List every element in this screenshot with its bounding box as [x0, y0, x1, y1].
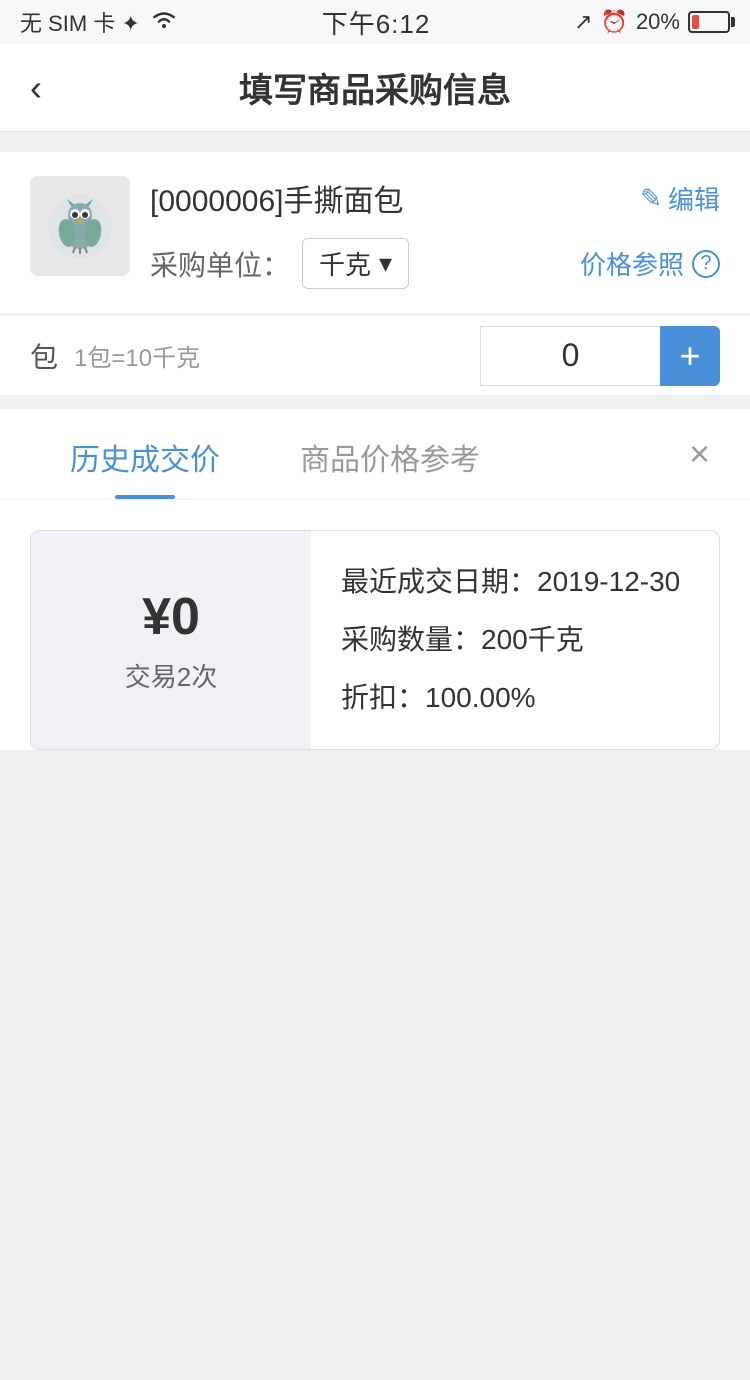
product-title: 手撕面包 — [283, 185, 403, 218]
status-time: 下午6:12 — [322, 4, 431, 41]
product-info: [0000006]手撕面包 ✎ 编辑 采购单位： 千克 ▾ 价格参照 ? — [150, 176, 720, 289]
latest-date-value: 2019-12-30 — [537, 566, 680, 597]
latest-date-label: 最近成交日期： — [341, 566, 537, 597]
quantity-row: 包 1包=10千克 + — [0, 315, 750, 395]
page-title: 填写商品采购信息 — [239, 63, 511, 112]
transaction-card: ¥0 交易2次 最近成交日期：2019-12-30 采购数量：200千克 折扣：… — [30, 530, 720, 750]
product-image — [30, 176, 130, 276]
product-name: [0000006]手撕面包 — [150, 176, 403, 220]
transaction-right: 最近成交日期：2019-12-30 采购数量：200千克 折扣：100.00% — [311, 531, 719, 749]
edit-icon: ✎ — [640, 183, 662, 214]
info-icon: ? — [692, 250, 720, 278]
price-reference-button[interactable]: 价格参照 ? — [580, 245, 720, 282]
location-icon: ↗ — [574, 9, 592, 35]
quantity-controls: + — [480, 326, 720, 386]
edit-button[interactable]: ✎ 编辑 — [640, 180, 720, 217]
unit-value: 千克 — [319, 245, 371, 282]
purchase-qty-line: 采购数量：200千克 — [341, 619, 689, 661]
header: ‹ 填写商品采购信息 — [0, 44, 750, 132]
status-left: 无 SIM 卡 ✦ — [20, 6, 178, 38]
price-ref-label: 价格参照 — [580, 245, 684, 282]
main-content — [0, 780, 750, 1380]
purchase-qty-value: 200千克 — [481, 624, 584, 655]
back-button[interactable]: ‹ — [30, 67, 62, 109]
alarm-icon: ⏰ — [601, 9, 628, 35]
battery-icon — [688, 11, 730, 33]
sim-status: 无 SIM 卡 ✦ — [20, 6, 140, 38]
discount-value: 100.00% — [425, 682, 536, 713]
tabs-section: 历史成交价 商品价格参考 × ¥0 交易2次 最近成交日期：2019-12-30… — [0, 409, 750, 750]
tabs-header: 历史成交价 商品价格参考 × — [0, 409, 750, 500]
discount-line: 折扣：100.00% — [341, 677, 689, 719]
product-id: [0000006] — [150, 185, 283, 218]
battery-percent: 20% — [636, 9, 680, 35]
latest-date-line: 最近成交日期：2019-12-30 — [341, 561, 689, 603]
price-amount: ¥0 — [142, 587, 200, 647]
price-value: 0 — [171, 588, 200, 646]
close-button[interactable]: × — [679, 413, 720, 495]
unit-label: 包 — [30, 336, 58, 376]
trade-count: 交易2次 — [125, 657, 217, 694]
product-logo — [45, 191, 115, 261]
purchase-unit-label: 采购单位： — [150, 244, 290, 284]
dropdown-arrow-icon: ▾ — [379, 248, 392, 279]
discount-label: 折扣： — [341, 682, 425, 713]
product-name-row: [0000006]手撕面包 ✎ 编辑 — [150, 176, 720, 220]
tab-price-reference[interactable]: 商品价格参考 — [260, 409, 520, 499]
quantity-input[interactable] — [480, 326, 660, 386]
edit-label: 编辑 — [668, 180, 720, 217]
status-bar: 无 SIM 卡 ✦ 下午6:12 ↗ ⏰ 20% — [0, 0, 750, 44]
status-right: ↗ ⏰ 20% — [574, 9, 730, 35]
purchase-unit-row: 采购单位： 千克 ▾ 价格参照 ? — [150, 238, 720, 289]
product-top: [0000006]手撕面包 ✎ 编辑 采购单位： 千克 ▾ 价格参照 ? — [30, 176, 720, 289]
transaction-left: ¥0 交易2次 — [31, 531, 311, 749]
currency-symbol: ¥ — [142, 588, 171, 646]
tab-history-price[interactable]: 历史成交价 — [30, 409, 260, 499]
wifi-icon — [150, 8, 178, 36]
unit-hint: 1包=10千克 — [74, 338, 200, 373]
unit-select-dropdown[interactable]: 千克 ▾ — [302, 238, 409, 289]
quantity-plus-button[interactable]: + — [660, 326, 720, 386]
purchase-qty-label: 采购数量： — [341, 624, 481, 655]
product-card: [0000006]手撕面包 ✎ 编辑 采购单位： 千克 ▾ 价格参照 ? — [0, 152, 750, 313]
